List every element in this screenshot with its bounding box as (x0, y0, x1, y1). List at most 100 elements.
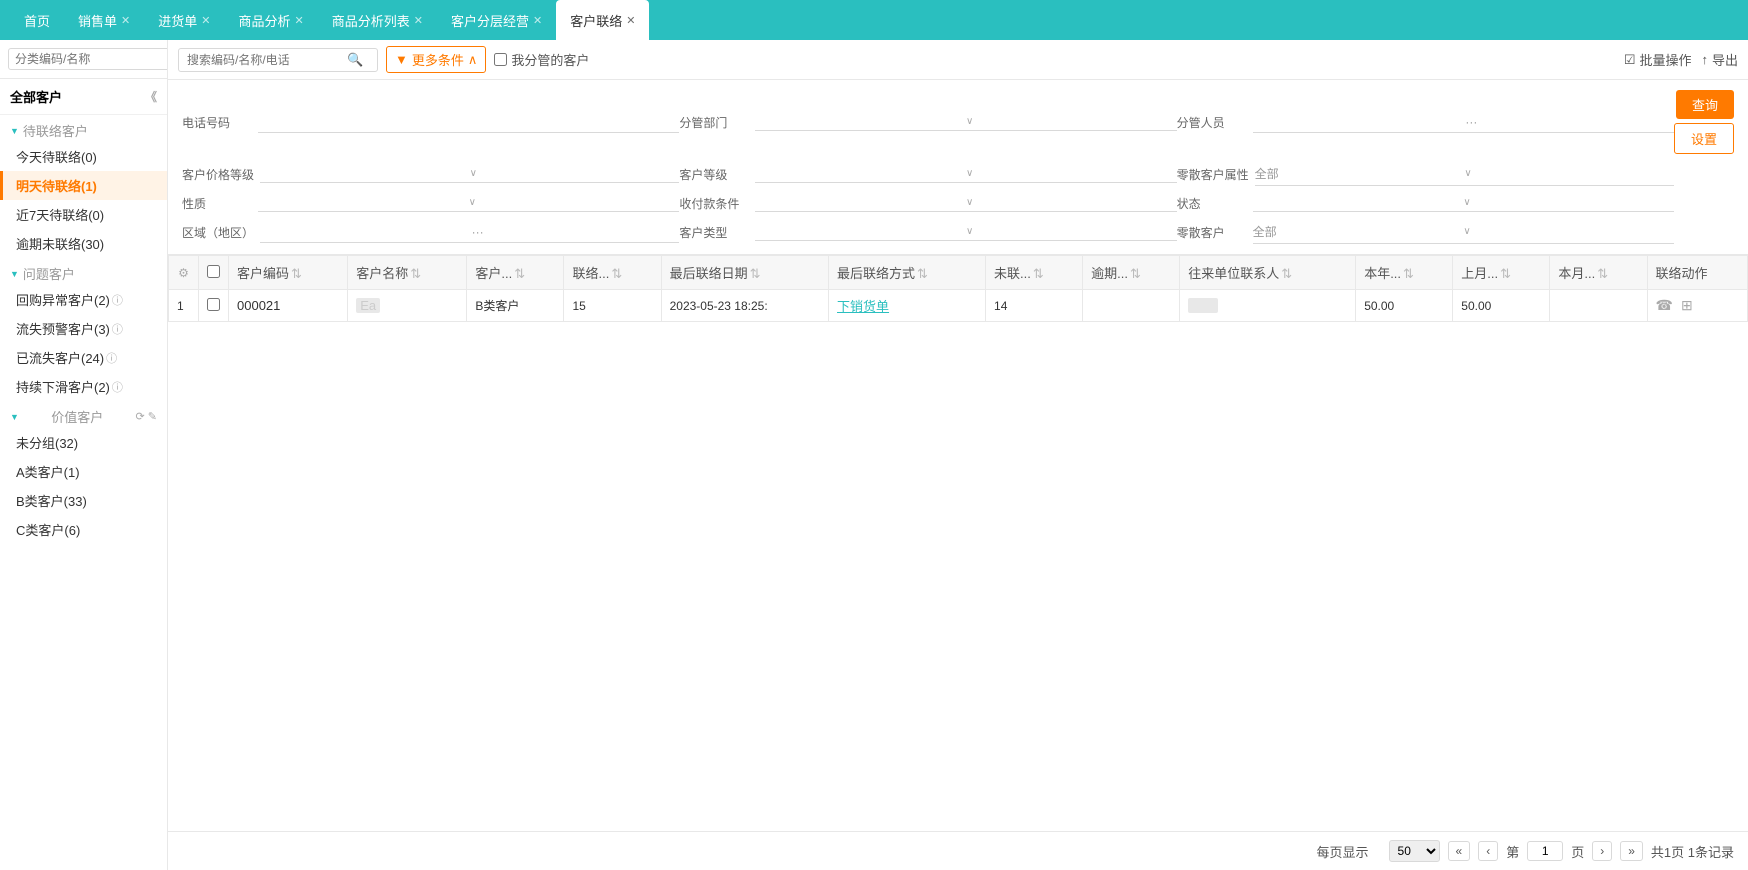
my-customers-checkbox[interactable] (494, 53, 507, 66)
sidebar-search-input[interactable] (8, 48, 168, 70)
search-input[interactable] (187, 53, 347, 67)
sort-icon[interactable]: ⇅ (291, 266, 302, 281)
sidebar-item-week-pending[interactable]: 近7天待联络(0) (0, 200, 167, 229)
sort-icon[interactable]: ⇅ (1130, 266, 1141, 281)
filter-select-customer-type[interactable]: ∨ (755, 223, 1176, 241)
sort-icon[interactable]: ⇅ (1597, 266, 1608, 281)
page-input[interactable] (1527, 841, 1563, 861)
action-icons: ☎ ⊞ (1656, 297, 1739, 314)
sidebar-item-repurchase-abnormal[interactable]: 回购异常客户(2) ⓘ (0, 285, 167, 314)
batch-operation-btn[interactable]: ☑ 批量操作 (1624, 50, 1692, 69)
last-page-btn[interactable]: » (1620, 841, 1643, 861)
query-button[interactable]: 查询 (1676, 90, 1734, 119)
sidebar-item-tomorrow-pending[interactable]: 明天待联络(1) (0, 171, 167, 200)
filter-select-manager[interactable]: ··· (1253, 112, 1674, 133)
sort-icon[interactable]: ⇅ (611, 266, 622, 281)
reset-button[interactable]: 设置 (1674, 123, 1734, 154)
toolbar-right: ☑ 批量操作 ↑ 导出 (1624, 50, 1738, 69)
table-row: 1 000021 Ea B类客户 15 2023-05-23 18:25: 下销… (169, 290, 1748, 322)
filter-select-payment[interactable]: ∨ (755, 194, 1176, 212)
close-icon[interactable]: ✕ (626, 14, 635, 27)
close-icon[interactable]: ✕ (201, 14, 210, 27)
filter-select-nature[interactable]: ∨ (258, 194, 679, 212)
sort-icon[interactable]: ⇅ (1500, 266, 1511, 281)
sort-icon[interactable]: ⇅ (1281, 266, 1292, 281)
td-check[interactable] (199, 290, 229, 322)
sidebar-item-churn-warning[interactable]: 流失预警客户(3) ⓘ (0, 314, 167, 343)
nav-item-customer-contact[interactable]: 客户联络 ✕ (556, 0, 649, 40)
filter-cell-region: 区域（地区） ··· (182, 222, 679, 243)
content-area: 🔍 ▼ 更多条件 ∧ 我分管的客户 ☑ 批量操作 ↑ 导出 (168, 40, 1748, 870)
top-navigation: 首页 销售单 ✕ 进货单 ✕ 商品分析 ✕ 商品分析列表 ✕ 客户分层经营 ✕ … (0, 0, 1748, 40)
sidebar-group-problem: 问题客户 回购异常客户(2) ⓘ 流失预警客户(3) ⓘ 已流失客户(24) ⓘ… (0, 258, 167, 401)
first-page-btn[interactable]: « (1448, 841, 1471, 861)
more-icon[interactable]: ··· (472, 225, 680, 239)
more-icon[interactable]: ··· (1465, 115, 1674, 129)
filter-select-dept[interactable]: ∨ (755, 113, 1176, 131)
info-icon: ⓘ (106, 350, 117, 366)
grid-icon[interactable]: ⊞ (1681, 297, 1693, 314)
sort-icon[interactable]: ⇅ (750, 266, 761, 281)
filter-label-dept: 分管部门 (679, 114, 749, 131)
sort-icon[interactable]: ⇅ (410, 266, 421, 281)
filter-select-price-level[interactable]: ∨ (260, 165, 679, 183)
page-size-select[interactable]: 50 10 20 100 (1389, 840, 1440, 862)
row-checkbox[interactable] (207, 298, 220, 311)
page-size-label: 每页显示 (1317, 842, 1369, 861)
chevron-down-icon: ∨ (1463, 197, 1674, 208)
sidebar-item-class-c[interactable]: C类客户(6) (0, 515, 167, 544)
sidebar-item-class-a[interactable]: A类客户(1) (0, 457, 167, 486)
sidebar-all-customers[interactable]: 全部客户 《 (0, 79, 167, 115)
filter-cell-retail-attr: 零散客户属性 全部 ∨ (1177, 162, 1674, 186)
filter-select-customer-level[interactable]: ∨ (755, 165, 1176, 183)
sort-icon[interactable]: ⇅ (1403, 266, 1414, 281)
last-contact-method-link[interactable]: 下销货单 (837, 299, 889, 314)
search-icon[interactable]: 🔍 (347, 52, 363, 68)
th-gear[interactable]: ⚙ (169, 256, 199, 290)
sidebar-item-overdue[interactable]: 逾期未联络(30) (0, 229, 167, 258)
filter-select-retail-customer[interactable]: 全部 ∨ (1253, 220, 1674, 244)
sort-icon[interactable]: ⇅ (1033, 266, 1044, 281)
select-all-checkbox[interactable] (207, 265, 220, 278)
sort-icon[interactable]: ⇅ (917, 266, 928, 281)
prev-page-btn[interactable]: ‹ (1478, 841, 1498, 861)
filter-more-btn[interactable]: ▼ 更多条件 ∧ (386, 46, 486, 73)
nav-item-home[interactable]: 首页 (10, 0, 64, 40)
filter-row-2: 客户价格等级 ∨ 客户等级 ∨ 零散客户属性 全部 (182, 162, 1734, 186)
sidebar-item-declining[interactable]: 持续下滑客户(2) ⓘ (0, 372, 167, 401)
close-icon[interactable]: ✕ (121, 14, 130, 27)
nav-item-sales[interactable]: 销售单 ✕ (64, 0, 144, 40)
nav-item-purchase[interactable]: 进货单 ✕ (144, 0, 224, 40)
td-last-date: 2023-05-23 18:25: (661, 290, 828, 322)
td-name: Ea (348, 290, 467, 322)
nav-item-customer-tier[interactable]: 客户分层经营 ✕ (437, 0, 556, 40)
nav-item-goods-analysis[interactable]: 商品分析 ✕ (224, 0, 317, 40)
export-btn[interactable]: ↑ 导出 (1701, 50, 1738, 69)
sidebar-item-today-pending[interactable]: 今天待联络(0) (0, 142, 167, 171)
data-table: ⚙ 客户编码⇅ 客户名称⇅ 客户...⇅ 联络...⇅ 最后联络日期⇅ 最后联络… (168, 255, 1748, 322)
filter-cell-nature: 性质 ∨ (182, 194, 679, 212)
close-icon[interactable]: ✕ (295, 14, 304, 27)
sidebar-item-churned[interactable]: 已流失客户(24) ⓘ (0, 343, 167, 372)
total-records: 共1页 1条记录 (1651, 842, 1734, 861)
filter-select-status[interactable]: ∨ (1253, 194, 1674, 212)
nav-item-goods-analysis-list[interactable]: 商品分析列表 ✕ (318, 0, 437, 40)
filter-label-customer-type: 客户类型 (679, 224, 749, 241)
sort-icon[interactable]: ⇅ (514, 266, 525, 281)
export-icon: ↑ (1701, 52, 1708, 67)
filter-select-region[interactable]: ··· (260, 222, 679, 243)
sidebar-item-ungrouped[interactable]: 未分组(32) (0, 428, 167, 457)
filter-cell-customer-level: 客户等级 ∨ (679, 165, 1176, 183)
close-icon[interactable]: ✕ (414, 14, 423, 27)
td-last-method[interactable]: 下销货单 (829, 290, 986, 322)
filter-input-phone[interactable] (258, 112, 679, 133)
edit-icon[interactable]: ⟳ ✎ (136, 410, 158, 423)
sidebar-item-class-b[interactable]: B类客户(33) (0, 486, 167, 515)
filter-cell-retail-customer: 零散客户 全部 ∨ (1177, 220, 1674, 244)
close-icon[interactable]: ✕ (533, 14, 542, 27)
filter-cell-payment: 收付款条件 ∨ (679, 194, 1176, 212)
next-page-btn[interactable]: › (1592, 841, 1612, 861)
th-check[interactable] (199, 256, 229, 290)
phone-icon[interactable]: ☎ (1656, 297, 1673, 314)
filter-select-retail-attr[interactable]: 全部 ∨ (1255, 162, 1674, 186)
